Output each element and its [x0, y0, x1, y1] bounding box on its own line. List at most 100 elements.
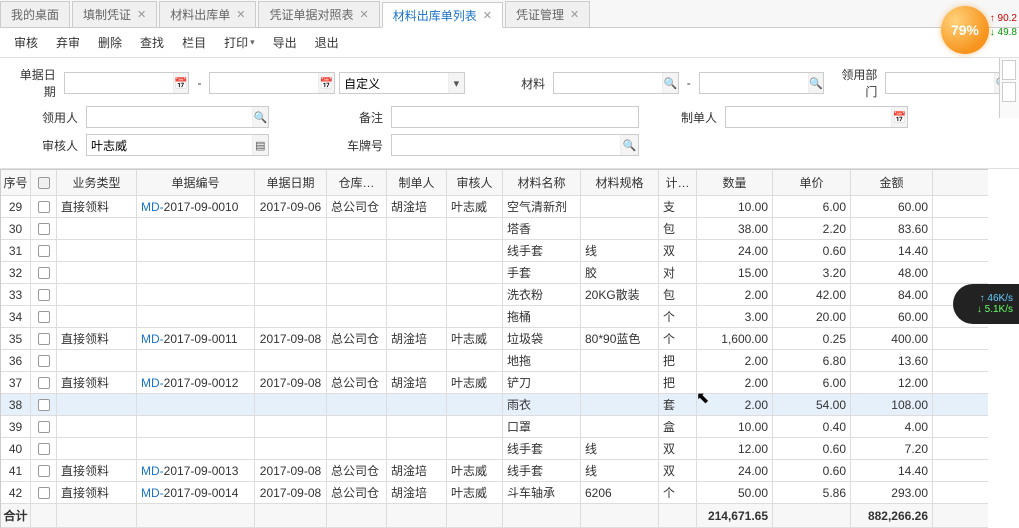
table-row[interactable]: 32手套胶对15.003.2048.00 [1, 262, 988, 284]
tab-desktop[interactable]: 我的桌面 [0, 1, 70, 27]
table-row[interactable]: 40线手套线双12.000.607.20 [1, 438, 988, 460]
tab-material-out[interactable]: 材料出库单 ✕ [159, 1, 256, 27]
checkbox-icon[interactable] [38, 465, 50, 477]
toolbar-unaudit[interactable]: 弃审 [56, 34, 80, 51]
toolbar-find[interactable]: 查找 [140, 34, 164, 51]
cell-check[interactable] [31, 196, 57, 217]
cell-check[interactable] [31, 350, 57, 371]
table-row[interactable]: 35直接领料MD-2017-09-00112017-09-08总公司仓胡淦培叶志… [1, 328, 988, 350]
clear-icon[interactable]: ▤ [252, 135, 268, 155]
checkbox-icon[interactable] [38, 311, 50, 323]
cell-check[interactable] [31, 306, 57, 327]
col-auditor[interactable]: 审核人 [447, 170, 503, 195]
col-material-name[interactable]: 材料名称 [503, 170, 581, 195]
cell-check[interactable] [31, 328, 57, 349]
col-doc[interactable]: 单据编号 [137, 170, 255, 195]
col-maker[interactable]: 制单人 [387, 170, 447, 195]
checkbox-icon[interactable] [38, 377, 50, 389]
search-icon[interactable]: 🔍 [620, 135, 638, 155]
search-icon[interactable]: 🔍 [662, 73, 678, 93]
cell-doc[interactable] [137, 240, 255, 261]
tab-material-out-list[interactable]: 材料出库单列表 ✕ [382, 2, 503, 28]
cell-doc[interactable] [137, 262, 255, 283]
side-box[interactable] [1002, 60, 1016, 80]
cell-check[interactable] [31, 394, 57, 415]
checkbox-icon[interactable] [38, 223, 50, 235]
tab-voucher-compare[interactable]: 凭证单据对照表 ✕ [258, 1, 379, 27]
col-amount[interactable]: 金额 [851, 170, 933, 195]
search-icon[interactable]: 🔍 [808, 73, 824, 93]
close-icon[interactable]: ✕ [570, 8, 579, 21]
checkbox-icon[interactable] [38, 289, 50, 301]
col-unit[interactable]: 计… [659, 170, 697, 195]
material-from-field[interactable]: 🔍 [553, 72, 679, 94]
col-qty[interactable]: 数量 [697, 170, 773, 195]
checkbox-icon[interactable] [38, 201, 50, 213]
calendar-icon[interactable]: 📅 [318, 73, 334, 93]
close-icon[interactable]: ✕ [360, 8, 369, 21]
checkbox-icon[interactable] [38, 421, 50, 433]
checkbox-icon[interactable] [38, 355, 50, 367]
side-box[interactable] [1002, 82, 1016, 102]
cell-doc[interactable] [137, 394, 255, 415]
cell-doc[interactable] [137, 306, 255, 327]
maker-field[interactable]: 📅 [725, 106, 908, 128]
cell-check[interactable] [31, 372, 57, 393]
receiver-field[interactable]: 🔍 [86, 106, 269, 128]
checkbox-icon[interactable] [38, 333, 50, 345]
table-row[interactable]: 38雨衣套2.0054.00108.00 [1, 394, 988, 416]
checkbox-icon[interactable] [38, 177, 50, 189]
checkbox-icon[interactable] [38, 245, 50, 257]
col-date[interactable]: 单据日期 [255, 170, 327, 195]
col-seq[interactable]: 序号 [1, 170, 31, 195]
cell-doc[interactable]: MD-2017-09-0011 [137, 328, 255, 349]
cell-doc[interactable] [137, 284, 255, 305]
close-icon[interactable]: ✕ [483, 9, 492, 22]
table-row[interactable]: 30塔香包38.002.2083.60 [1, 218, 988, 240]
search-icon[interactable]: 🔍 [252, 107, 268, 127]
table-row[interactable]: 37直接领料MD-2017-09-00122017-09-08总公司仓胡淦培叶志… [1, 372, 988, 394]
col-biz[interactable]: 业务类型 [57, 170, 137, 195]
dept-field[interactable]: 🔍 [885, 72, 1011, 94]
checkbox-icon[interactable] [38, 399, 50, 411]
table-row[interactable]: 33洗衣粉20KG散装包2.0042.0084.00 [1, 284, 988, 306]
cell-doc[interactable]: MD-2017-09-0013 [137, 460, 255, 481]
material-to-field[interactable]: 🔍 [699, 72, 825, 94]
table-row[interactable]: 36地拖把2.006.8013.60 [1, 350, 988, 372]
tab-voucher-manage[interactable]: 凭证管理 ✕ [505, 1, 590, 27]
cell-check[interactable] [31, 262, 57, 283]
col-check[interactable] [31, 170, 57, 195]
plate-field[interactable]: 🔍 [391, 134, 639, 156]
cell-doc[interactable] [137, 218, 255, 239]
tab-voucher-entry[interactable]: 填制凭证 ✕ [72, 1, 157, 27]
cell-doc[interactable] [137, 416, 255, 437]
accelerator-badge[interactable]: 79% [941, 6, 989, 54]
checkbox-icon[interactable] [38, 443, 50, 455]
close-icon[interactable]: ✕ [236, 8, 245, 21]
table-row[interactable]: 31线手套线双24.000.6014.40 [1, 240, 988, 262]
calendar-icon[interactable]: 📅 [173, 73, 189, 93]
table-row[interactable]: 39口罩盒10.000.404.00 [1, 416, 988, 438]
chevron-down-icon[interactable]: ▾ [448, 73, 464, 93]
toolbar-print[interactable]: 打印▾ [224, 34, 255, 51]
checkbox-icon[interactable] [38, 487, 50, 499]
cell-doc[interactable]: MD-2017-09-0012 [137, 372, 255, 393]
col-warehouse[interactable]: 仓库… [327, 170, 387, 195]
cell-check[interactable] [31, 460, 57, 481]
toolbar-exit[interactable]: 退出 [315, 34, 339, 51]
cell-check[interactable] [31, 482, 57, 503]
table-row[interactable]: 42直接领料MD-2017-09-00142017-09-08总公司仓胡淦培叶志… [1, 482, 988, 504]
calendar-icon[interactable]: 📅 [891, 107, 907, 127]
auditor-field[interactable]: ▤ [86, 134, 269, 156]
table-row[interactable]: 29直接领料MD-2017-09-00102017-09-06总公司仓胡淦培叶志… [1, 196, 988, 218]
date-from-field[interactable]: 📅 [64, 72, 190, 94]
toolbar-audit[interactable]: 审核 [14, 34, 38, 51]
toolbar-export[interactable]: 导出 [273, 34, 297, 51]
cell-check[interactable] [31, 218, 57, 239]
table-row[interactable]: 34拖桶个3.0020.0060.00 [1, 306, 988, 328]
date-preset-select[interactable]: ▾ [339, 72, 465, 94]
cell-check[interactable] [31, 416, 57, 437]
date-to-field[interactable]: 📅 [209, 72, 335, 94]
table-row[interactable]: 41直接领料MD-2017-09-00132017-09-08总公司仓胡淦培叶志… [1, 460, 988, 482]
toolbar-columns[interactable]: 栏目 [182, 34, 206, 51]
